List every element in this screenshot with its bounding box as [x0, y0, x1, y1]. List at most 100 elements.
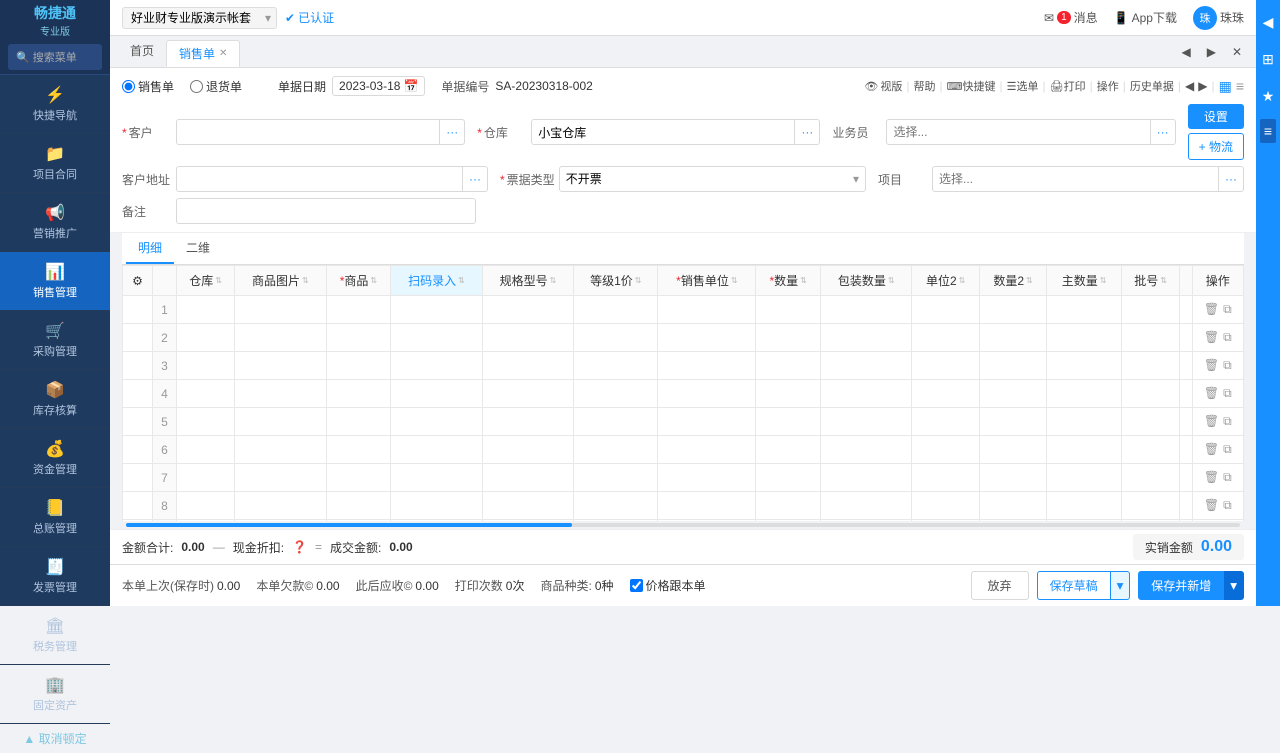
salesperson-ellipsis-button[interactable]: ··· — [1150, 120, 1175, 144]
td-mainqty-1[interactable] — [1047, 296, 1122, 324]
th-batch-sort[interactable]: ⇅ — [1160, 276, 1167, 285]
td-warehouse-1[interactable] — [177, 296, 235, 324]
td-batch-1[interactable] — [1122, 296, 1180, 324]
toolbar-nav-next[interactable]: ▶ — [1198, 79, 1207, 93]
save-new-arrow-button[interactable]: ▾ — [1224, 571, 1244, 600]
tab-close-button[interactable]: ✕ — [219, 48, 227, 59]
customer-ellipsis-button[interactable]: ··· — [439, 120, 464, 144]
th-unit2-sort[interactable]: ⇅ — [959, 276, 966, 285]
copy-row-8[interactable]: ⧉ — [1223, 498, 1232, 513]
sidebar-item-project[interactable]: 📁 项目合同 — [0, 134, 110, 193]
settings-button[interactable]: 设置 — [1188, 104, 1244, 129]
td-price-1[interactable] — [574, 296, 658, 324]
copy-row-1[interactable]: ⧉ — [1223, 302, 1232, 317]
tab-sales-order[interactable]: 销售单 ✕ — [166, 40, 240, 67]
customer-addr-text-input[interactable] — [177, 169, 462, 189]
th-unit-price-sort[interactable]: ⇅ — [635, 276, 642, 285]
tab-prev-button[interactable]: ◀ — [1175, 43, 1196, 61]
search-menu-button[interactable]: 🔍 搜索菜单 — [8, 44, 102, 70]
delete-row-7[interactable]: 🗑 — [1204, 470, 1219, 485]
toolbar-history[interactable]: 历史单据 — [1130, 78, 1174, 94]
save-draft-arrow-button[interactable]: ▾ — [1111, 571, 1131, 600]
sidebar-item-invoice[interactable]: 🧾 发票管理 — [0, 547, 110, 606]
copy-row-2[interactable]: ⧉ — [1223, 330, 1232, 345]
save-draft-button[interactable]: 保存草稿 — [1037, 571, 1111, 600]
toolbar-select[interactable]: ☰选单 — [1007, 78, 1039, 94]
delete-row-2[interactable]: 🗑 — [1204, 330, 1219, 345]
delete-row-5[interactable]: 🗑 — [1204, 414, 1219, 429]
note-input[interactable] — [176, 198, 476, 224]
th-sales-unit-sort[interactable]: ⇅ — [731, 276, 738, 285]
scrollbar-thumb[interactable] — [126, 523, 572, 527]
right-panel-icon-3[interactable]: ★ — [1262, 82, 1275, 111]
right-panel-icon-1[interactable]: ◀ — [1263, 8, 1274, 37]
td-barcode-1[interactable] — [391, 296, 483, 324]
sidebar-item-finance[interactable]: 💰 资金管理 — [0, 429, 110, 488]
copy-row-6[interactable]: ⧉ — [1223, 442, 1232, 457]
th-gear[interactable]: ⚙ — [123, 266, 153, 296]
sidebar-collapse-button[interactable]: ▲ 取消顿定 — [0, 724, 110, 753]
discount-help-icon[interactable]: ❓ — [292, 540, 307, 554]
tab-detail[interactable]: 明细 — [126, 233, 174, 264]
th-pack-qty-sort[interactable]: ⇅ — [888, 276, 895, 285]
toolbar-print[interactable]: 🖨打印 — [1050, 78, 1086, 94]
price-checkbox[interactable] — [630, 579, 643, 592]
radio-sales-order[interactable]: 销售单 — [122, 78, 174, 95]
tab-close-all-button[interactable]: ✕ — [1226, 43, 1248, 61]
copy-row-5[interactable]: ⧉ — [1223, 414, 1232, 429]
salesperson-text-input[interactable] — [887, 122, 1149, 142]
copy-row-4[interactable]: ⧉ — [1223, 386, 1232, 401]
copy-row-7[interactable]: ⧉ — [1223, 470, 1232, 485]
project-ellipsis-button[interactable]: ··· — [1218, 167, 1243, 191]
delete-row-8[interactable]: 🗑 — [1204, 498, 1219, 513]
toolbar-view[interactable]: 👁视版 — [864, 78, 902, 94]
warehouse-ellipsis-button[interactable]: ··· — [794, 120, 819, 144]
th-main-qty-sort[interactable]: ⇅ — [1100, 276, 1107, 285]
sidebar-item-assets[interactable]: 🏢 固定资产 — [0, 665, 110, 724]
th-quantity-sort[interactable]: ⇅ — [800, 276, 807, 285]
tab-2d[interactable]: 二维 — [174, 233, 222, 264]
warehouse-text-input[interactable]: 小宝仓库 — [532, 122, 794, 142]
discard-button[interactable]: 放弃 — [971, 571, 1029, 600]
app-download-button[interactable]: 📱 App下载 — [1114, 9, 1177, 26]
delete-row-4[interactable]: 🗑 — [1204, 386, 1219, 401]
copy-row-3[interactable]: ⧉ — [1223, 358, 1232, 373]
td-packqty-1[interactable] — [820, 296, 912, 324]
td-qty-1[interactable] — [756, 296, 821, 324]
price-checkbox-item[interactable]: 价格跟本单 — [630, 577, 706, 594]
invoice-type-select-input[interactable]: 不开票 — [560, 169, 847, 189]
project-text-input[interactable] — [933, 169, 1218, 189]
td-spec-1[interactable] — [482, 296, 574, 324]
horizontal-scrollbar[interactable] — [122, 521, 1244, 529]
right-panel-icon-2[interactable]: ⊞ — [1262, 45, 1274, 74]
th-product-sort[interactable]: ⇅ — [370, 276, 377, 285]
td-sunit-1[interactable] — [658, 296, 756, 324]
sidebar-item-inventory[interactable]: 📦 库存核算 — [0, 370, 110, 429]
customer-addr-ellipsis-button[interactable]: ··· — [462, 167, 487, 191]
toolbar-shortcut[interactable]: ⌨快捷键 — [947, 78, 996, 94]
toolbar-nav-prev[interactable]: ◀ — [1185, 79, 1194, 93]
sidebar-item-account[interactable]: 📒 总账管理 — [0, 488, 110, 547]
salesperson-input[interactable]: ··· — [886, 119, 1175, 145]
save-new-button[interactable]: 保存并新增 — [1138, 571, 1224, 600]
sidebar-item-sales[interactable]: 📊 销售管理 — [0, 252, 110, 311]
customer-addr-input[interactable]: ··· — [176, 166, 488, 192]
message-button[interactable]: ✉ 1 消息 — [1044, 9, 1098, 26]
tab-home[interactable]: 首页 — [118, 36, 166, 67]
sidebar-item-purchase[interactable]: 🛒 采购管理 — [0, 311, 110, 370]
logistics-button[interactable]: + 物流 — [1188, 133, 1244, 160]
delete-row-3[interactable]: 🗑 — [1204, 358, 1219, 373]
invoice-type-select[interactable]: 不开票 ▾ — [559, 166, 866, 192]
th-barcode-sort[interactable]: ⇅ — [458, 276, 465, 285]
th-warehouse-sort[interactable]: ⇅ — [215, 276, 222, 285]
toolbar-grid-view[interactable]: ▦ — [1219, 78, 1232, 95]
th-qty2-sort[interactable]: ⇅ — [1026, 276, 1033, 285]
sidebar-item-quick[interactable]: ⚡ 快捷导航 — [0, 75, 110, 134]
user-menu[interactable]: 珠 珠珠 — [1193, 6, 1244, 30]
delete-row-6[interactable]: 🗑 — [1204, 442, 1219, 457]
tab-next-button[interactable]: ▶ — [1201, 43, 1222, 61]
delete-row-1[interactable]: 🗑 — [1204, 302, 1219, 317]
company-select[interactable]: 好业财专业版演示帐套 — [122, 7, 277, 29]
company-selector[interactable]: 好业财专业版演示帐套 ▾ — [122, 7, 277, 29]
toolbar-list-view[interactable]: ≡ — [1236, 78, 1244, 94]
